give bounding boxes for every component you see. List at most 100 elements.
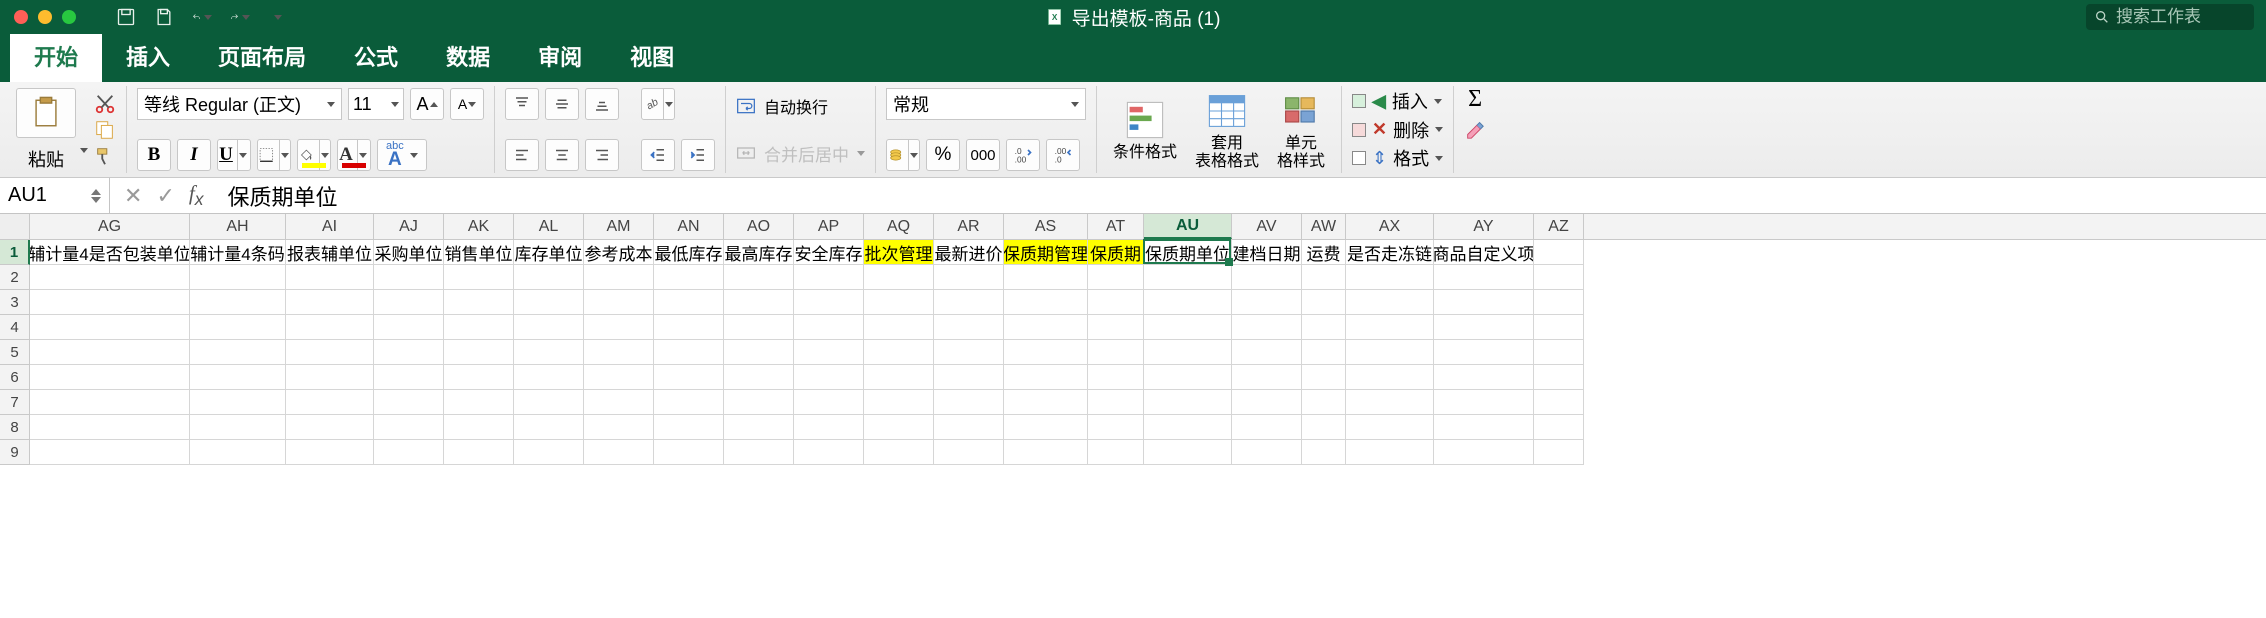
font-size-select[interactable]: 11 bbox=[348, 88, 404, 120]
row-header[interactable]: 9 bbox=[0, 440, 30, 465]
cell[interactable]: 销售单位 bbox=[444, 240, 514, 265]
cell[interactable] bbox=[654, 415, 724, 440]
cell[interactable]: 最低库存 bbox=[654, 240, 724, 265]
cell[interactable] bbox=[934, 365, 1004, 390]
cell[interactable] bbox=[724, 440, 794, 465]
tab-page-layout[interactable]: 页面布局 bbox=[194, 30, 330, 82]
undo-icon[interactable] bbox=[192, 7, 212, 27]
cell[interactable] bbox=[444, 440, 514, 465]
cell[interactable] bbox=[1232, 290, 1302, 315]
row-header[interactable]: 7 bbox=[0, 390, 30, 415]
cell[interactable] bbox=[1534, 290, 1584, 315]
cell[interactable] bbox=[1004, 440, 1088, 465]
format-painter-icon[interactable] bbox=[94, 145, 116, 167]
cell[interactable] bbox=[1004, 290, 1088, 315]
cell[interactable] bbox=[794, 440, 864, 465]
underline-button[interactable]: U bbox=[217, 139, 251, 171]
cell[interactable] bbox=[1232, 365, 1302, 390]
cell[interactable] bbox=[30, 440, 190, 465]
cell[interactable] bbox=[1302, 290, 1346, 315]
cell[interactable] bbox=[286, 390, 374, 415]
cell[interactable]: 保质期管理 bbox=[1004, 240, 1088, 265]
cell[interactable] bbox=[514, 340, 584, 365]
phonetic-button[interactable]: abcA bbox=[377, 139, 427, 171]
cell[interactable] bbox=[1088, 390, 1144, 415]
name-box[interactable]: AU1 bbox=[0, 178, 110, 213]
cell[interactable]: 最新进价 bbox=[934, 240, 1004, 265]
cell[interactable] bbox=[1434, 315, 1534, 340]
cell[interactable] bbox=[190, 390, 286, 415]
cell[interactable] bbox=[724, 265, 794, 290]
delete-cells-button[interactable]: ✕删除 bbox=[1352, 117, 1443, 143]
cell[interactable]: 商品自定义项 bbox=[1434, 240, 1534, 265]
cell[interactable] bbox=[1144, 340, 1232, 365]
cell[interactable] bbox=[190, 315, 286, 340]
cell[interactable] bbox=[1302, 315, 1346, 340]
cell[interactable] bbox=[934, 340, 1004, 365]
tab-home[interactable]: 开始 bbox=[10, 30, 102, 82]
fill-color-button[interactable] bbox=[297, 139, 331, 171]
align-middle-button[interactable] bbox=[545, 88, 579, 120]
cell[interactable] bbox=[724, 315, 794, 340]
cell[interactable] bbox=[584, 290, 654, 315]
cell[interactable] bbox=[1434, 340, 1534, 365]
cell[interactable] bbox=[1232, 390, 1302, 415]
cell[interactable] bbox=[1004, 340, 1088, 365]
cell[interactable] bbox=[30, 365, 190, 390]
cell[interactable] bbox=[1534, 365, 1584, 390]
accept-formula-icon[interactable]: ✓ bbox=[156, 183, 174, 209]
increase-font-button[interactable]: A bbox=[410, 88, 444, 120]
cell[interactable] bbox=[1346, 265, 1434, 290]
row-header[interactable]: 5 bbox=[0, 340, 30, 365]
align-center-button[interactable] bbox=[545, 139, 579, 171]
cell[interactable] bbox=[1302, 390, 1346, 415]
cell[interactable] bbox=[864, 365, 934, 390]
cell[interactable] bbox=[1088, 365, 1144, 390]
cell[interactable] bbox=[190, 440, 286, 465]
increase-decimal-button[interactable]: .0.00 bbox=[1006, 139, 1040, 171]
cell[interactable] bbox=[1144, 390, 1232, 415]
orientation-button[interactable]: ab bbox=[641, 88, 675, 120]
format-as-table-button[interactable]: 套用 表格格式 bbox=[1189, 87, 1265, 172]
cell[interactable] bbox=[374, 265, 444, 290]
clear-icon[interactable] bbox=[1464, 118, 1486, 140]
cell[interactable] bbox=[514, 265, 584, 290]
cell[interactable] bbox=[444, 315, 514, 340]
cell[interactable] bbox=[794, 340, 864, 365]
cell[interactable] bbox=[1144, 365, 1232, 390]
cell[interactable] bbox=[1534, 240, 1584, 265]
column-header[interactable]: AX bbox=[1346, 214, 1434, 239]
cell[interactable] bbox=[1434, 290, 1534, 315]
cell[interactable]: 辅计量4是否包装单位 bbox=[30, 240, 190, 265]
cell[interactable] bbox=[444, 340, 514, 365]
paste-dropdown-icon[interactable] bbox=[80, 148, 88, 153]
cell[interactable] bbox=[1534, 415, 1584, 440]
fullscreen-window-button[interactable] bbox=[62, 10, 76, 24]
qat-customize-icon[interactable] bbox=[268, 7, 288, 27]
cell[interactable] bbox=[724, 365, 794, 390]
cell[interactable] bbox=[444, 365, 514, 390]
cell[interactable] bbox=[1004, 265, 1088, 290]
percent-button[interactable]: % bbox=[926, 139, 960, 171]
cell[interactable] bbox=[934, 290, 1004, 315]
cell[interactable] bbox=[286, 290, 374, 315]
wrap-text-button[interactable]: 自动换行 bbox=[736, 88, 865, 124]
border-button[interactable] bbox=[257, 139, 291, 171]
tab-formulas[interactable]: 公式 bbox=[330, 30, 422, 82]
cell[interactable]: 库存单位 bbox=[514, 240, 584, 265]
insert-cells-button[interactable]: ◀插入 bbox=[1352, 88, 1443, 114]
cell[interactable] bbox=[654, 365, 724, 390]
tab-view[interactable]: 视图 bbox=[606, 30, 698, 82]
fx-icon[interactable]: fx bbox=[189, 181, 204, 210]
cell[interactable] bbox=[1534, 340, 1584, 365]
cut-icon[interactable] bbox=[94, 93, 116, 115]
cell[interactable] bbox=[1144, 315, 1232, 340]
cell[interactable] bbox=[1346, 290, 1434, 315]
format-cells-button[interactable]: ⇕格式 bbox=[1352, 145, 1443, 171]
column-header[interactable]: AS bbox=[1004, 214, 1088, 239]
select-all-corner[interactable] bbox=[0, 214, 30, 239]
cell[interactable] bbox=[514, 290, 584, 315]
save-icon[interactable] bbox=[154, 7, 174, 27]
column-header[interactable]: AG bbox=[30, 214, 190, 239]
cell[interactable] bbox=[1088, 415, 1144, 440]
